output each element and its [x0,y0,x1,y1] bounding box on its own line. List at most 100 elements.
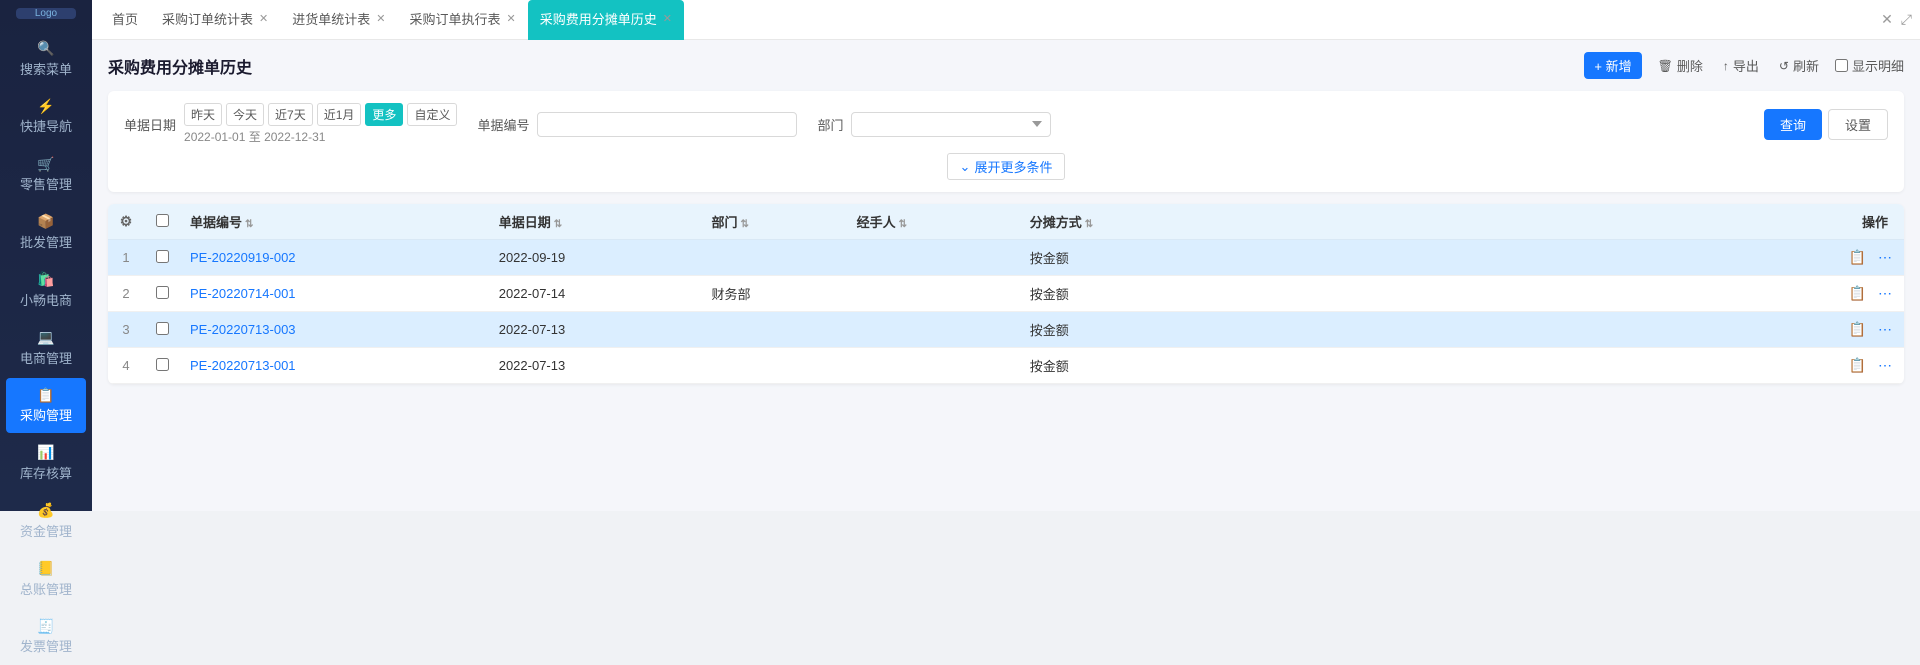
show-detail-input[interactable] [1835,59,1848,72]
row-select-2[interactable] [156,322,169,335]
row-select-3[interactable] [156,358,169,371]
dept-field: 部门 财务部 [817,112,1051,137]
row-select-0[interactable] [156,250,169,263]
delete-icon: 🗑 [1658,59,1673,73]
row-dept-0 [701,240,846,276]
bill-no-link-3[interactable]: PE-20220713-001 [190,358,296,373]
bill-no-link-1[interactable]: PE-20220714-001 [190,286,296,301]
refresh-button[interactable]: ↺ 刷新 [1775,54,1823,77]
action-more-1[interactable]: ⋯ [1876,283,1894,304]
action-edit-0[interactable]: 📋 [1847,247,1868,268]
tab-purchase-cost-split[interactable]: 采购费用分摊单历史✕ [528,0,684,40]
date-field: 单据日期 昨天今天近7天近1月更多自定义 2022-01-01 至 2022-1… [124,103,457,145]
table-row: 1 PE-20220919-002 2022-09-19 按金额 📋 ⋯ [108,240,1904,276]
row-bill-date-1: 2022-07-14 [489,276,702,312]
tab-close-purchase-order-stats[interactable]: ✕ [259,12,268,25]
page-header: 采购费用分摊单历史 + 新增 🗑 删除 ↑ 导出 ↺ 刷新 显示明细 [108,52,1904,79]
sidebar-item-wholesale[interactable]: 📦批发管理 [6,204,86,260]
tab-purchase-order-stats[interactable]: 采购订单统计表 ✕ [150,0,280,40]
col-split-method[interactable]: 分摊方式⇅ [1020,204,1738,240]
bill-no-link-2[interactable]: PE-20220713-003 [190,322,296,337]
row-actions-0: 📋 ⋯ [1738,240,1904,276]
date-shortcut-昨天[interactable]: 昨天 [184,103,222,126]
bill-no-label: 单据编号 [477,115,529,134]
col-bill-date[interactable]: 单据日期⇅ [489,204,702,240]
action-more-2[interactable]: ⋯ [1876,319,1894,340]
date-range-text: 2022-01-01 至 2022-12-31 [184,128,457,145]
action-edit-3[interactable]: 📋 [1847,355,1868,376]
date-shortcut-更多[interactable]: 更多 [365,103,403,126]
action-more-3[interactable]: ⋯ [1876,355,1894,376]
tab-close-purchase-order-exec[interactable]: ✕ [507,12,516,25]
action-edit-2[interactable]: 📋 [1847,319,1868,340]
gear-icon[interactable]: ⚙ [120,213,133,229]
row-dept-3 [701,348,846,384]
row-bill-no-0: PE-20220919-002 [180,240,489,276]
page-content: 采购费用分摊单历史 + 新增 🗑 删除 ↑ 导出 ↺ 刷新 显示明细 [92,40,1920,511]
refresh-icon: ↺ [1779,59,1789,73]
bill-no-field: 单据编号 [477,112,797,137]
date-shortcut-今天[interactable]: 今天 [226,103,264,126]
row-handler-2 [847,312,1020,348]
tab-close-purchase-receipt-stats[interactable]: ✕ [376,12,385,25]
date-shortcut-自定义[interactable]: 自定义 [407,103,457,126]
sidebar-icon-ledger: 📒 [10,559,82,579]
col-handler[interactable]: 经手人⇅ [847,204,1020,240]
sidebar-item-ecommerce-small[interactable]: 🛍️ 小畅电商 [6,262,86,318]
export-button[interactable]: ↑ 导出 [1719,54,1763,77]
sidebar-item-finance[interactable]: 💰资金管理 [6,493,86,549]
row-num-3: 4 [108,348,144,384]
show-detail-checkbox[interactable]: 显示明细 [1835,56,1904,75]
tab-label-purchase-order-stats: 采购订单统计表 [162,9,253,28]
table-row: 4 PE-20220713-001 2022-07-13 按金额 📋 ⋯ [108,348,1904,384]
sidebar-label-ecommerce-small: 小畅电商 [20,293,72,308]
expand-row: ⌄ 展开更多条件 [124,153,1888,180]
dept-select[interactable]: 财务部 [851,112,1051,137]
row-actions-1: 📋 ⋯ [1738,276,1904,312]
date-shortcut-近1月[interactable]: 近1月 [317,103,362,126]
row-actions-2: 📋 ⋯ [1738,312,1904,348]
tab-purchase-order-exec[interactable]: 采购订单执行表✕ [397,0,527,40]
sidebar-icon-ecommerce-small: 🛍️ [10,270,82,290]
page-title: 采购费用分摊单历史 [108,54,252,78]
table-header-row: ⚙ 单据编号⇅ 单据日期⇅ 部门⇅ [108,204,1904,240]
sidebar-item-retail[interactable]: 🛒零售管理 [6,147,86,203]
action-edit-1[interactable]: 📋 [1847,283,1868,304]
sidebar-item-ecommerce[interactable]: 💻电商管理 [6,320,86,376]
row-select-1[interactable] [156,286,169,299]
sidebar-label-finance: 资金管理 [20,524,72,539]
expand-conditions-button[interactable]: ⌄ 展开更多条件 [947,153,1066,180]
delete-button[interactable]: 🗑 删除 [1654,54,1707,77]
sidebar-item-shortcut[interactable]: ⚡快捷导航 [6,89,86,145]
action-more-0[interactable]: ⋯ [1876,247,1894,268]
sidebar-item-inventory[interactable]: 📊库存核算 [6,435,86,491]
sidebar-item-search[interactable]: 🔍搜索菜单 [6,31,86,87]
maximize-window-icon[interactable]: ⤢ [1901,11,1912,28]
sidebar-item-ledger[interactable]: 📒总账管理 [6,551,86,607]
col-bill-no[interactable]: 单据编号⇅ [180,204,489,240]
add-button[interactable]: + 新增 [1584,52,1641,79]
row-bill-date-0: 2022-09-19 [489,240,702,276]
close-window-icon[interactable]: ✕ [1881,11,1893,28]
row-split-method-3: 按金额 [1020,348,1738,384]
bill-no-input[interactable] [537,112,797,137]
sidebar-icon-shortcut: ⚡ [10,97,82,117]
row-handler-1 [847,276,1020,312]
row-bill-date-3: 2022-07-13 [489,348,702,384]
row-checkbox-2 [144,312,180,348]
col-dept[interactable]: 部门⇅ [701,204,846,240]
select-all-checkbox[interactable] [156,214,169,227]
sidebar-item-purchase[interactable]: 📋采购管理 [6,378,86,434]
tab-purchase-receipt-stats[interactable]: 进货单统计表✕ [280,0,397,40]
tab-close-purchase-cost-split[interactable]: ✕ [663,12,672,25]
date-shortcut-近7天[interactable]: 近7天 [268,103,313,126]
setting-button[interactable]: 设置 [1828,109,1888,140]
query-button[interactable]: 查询 [1764,109,1822,140]
data-table: ⚙ 单据编号⇅ 单据日期⇅ 部门⇅ [108,204,1904,384]
sidebar-item-invoice[interactable]: 🧾发票管理 [6,609,86,665]
sidebar-icon-ecommerce: 💻 [10,328,82,348]
row-actions-3: 📋 ⋯ [1738,348,1904,384]
col-gear[interactable]: ⚙ [108,204,144,240]
bill-no-link-0[interactable]: PE-20220919-002 [190,250,296,265]
tab-home[interactable]: 首页 [100,0,150,40]
